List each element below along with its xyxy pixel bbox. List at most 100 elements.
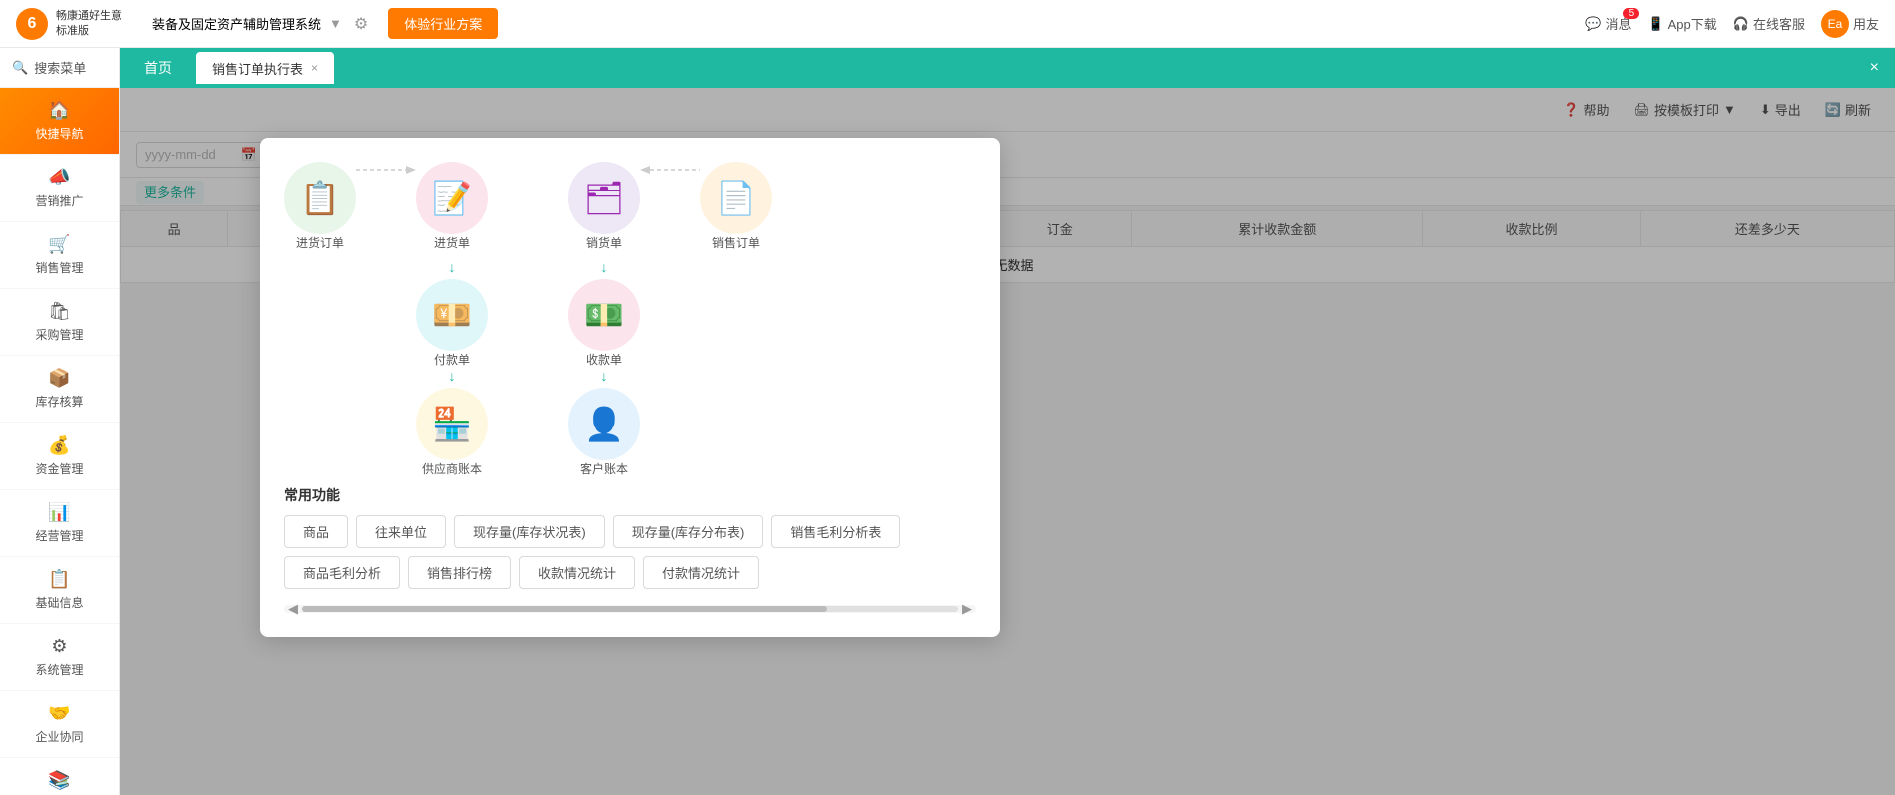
payment-bill-circle[interactable]: 💴 <box>416 279 488 351</box>
content-area: ❓ 帮助 🖨 按模板打印 ▼ ⬇ 导出 🔄 刷新 <box>120 88 1895 795</box>
sidebar-item-sales[interactable]: 🛒 销售管理 <box>0 222 119 289</box>
service-icon: 🎧 <box>1733 16 1749 32</box>
common-func-section: 常用功能 商品往来单位现存量(库存状况表)现存量(库存分布表)销售毛利分析表商品… <box>284 485 976 589</box>
scroll-right-icon[interactable]: ▶ <box>958 601 976 617</box>
tab-close-main-icon[interactable]: × <box>1858 59 1891 77</box>
scrollbar-track <box>302 606 958 612</box>
modal-scrollbar[interactable]: ◀ ▶ <box>284 605 976 613</box>
supplier-ledger-label: 供应商账本 <box>422 460 482 477</box>
app-logo-text: 畅康通好生意 标准版 <box>56 9 122 38</box>
func-button[interactable]: 往来单位 <box>356 515 446 548</box>
sidebar-icon-quick-nav: 🏠 <box>48 100 70 121</box>
down-arrow-supplier: ↓ <box>449 368 456 384</box>
down-arrow-receipt: ↓ <box>601 259 608 275</box>
sidebar-icon-finance: 💰 <box>48 435 70 456</box>
modal-box: 📋 进货订单 📝 进货单 <box>260 138 1000 637</box>
app-download-action[interactable]: 📱 App下载 <box>1647 14 1716 33</box>
arrow2 <box>640 162 700 198</box>
tab-home[interactable]: 首页 <box>124 48 192 88</box>
receipt-bill-circle[interactable]: 💵 <box>568 279 640 351</box>
flow-node-payment-col: ↓ 💴 付款单 <box>416 259 488 368</box>
flow-node-customer-col: ↓ 👤 客户账本 <box>568 368 640 477</box>
supplier-ledger-circle[interactable]: 🏪 <box>416 388 488 460</box>
gear-icon[interactable]: ⚙ <box>354 14 368 34</box>
sales-bill-label: 销货单 <box>586 234 622 251</box>
sidebar-label-basic-info: 基础信息 <box>35 594 83 611</box>
func-button[interactable]: 付款情况统计 <box>643 556 759 589</box>
flow-node-purchase-order[interactable]: 📋 进货订单 <box>284 162 356 251</box>
sidebar-label-finance: 资金管理 <box>35 460 83 477</box>
main-content: 首页 销售订单执行表 × × ❓ 帮助 🖨 按模板打印 ▼ ⬇ <box>120 48 1895 795</box>
app-logo-icon: 6 <box>16 8 48 40</box>
func-button[interactable]: 销售排行榜 <box>408 556 511 589</box>
func-button[interactable]: 现存量(库存状况表) <box>454 515 605 548</box>
sidebar-icon-basic-info: 📋 <box>48 569 70 590</box>
payment-bill-label: 付款单 <box>434 351 470 368</box>
sidebar-label-system: 系统管理 <box>35 661 83 678</box>
top-actions: 💬 消息 5 📱 App下载 🎧 在线客服 Ea 用友 <box>1585 10 1879 38</box>
avatar: Ea <box>1821 10 1849 38</box>
purchase-bill-circle: 📝 <box>416 162 488 234</box>
system-dropdown-icon[interactable]: ▼ <box>329 16 342 31</box>
sidebar-item-system[interactable]: ⚙ 系统管理 <box>0 624 119 691</box>
down-arrow-customer: ↓ <box>601 368 608 384</box>
func-button[interactable]: 商品 <box>284 515 348 548</box>
sidebar-item-basic-info[interactable]: 📋 基础信息 <box>0 557 119 624</box>
customer-ledger-circle[interactable]: 👤 <box>568 388 640 460</box>
search-menu-item[interactable]: 🔍 搜索菜单 <box>0 48 119 88</box>
sidebar-label-purchase: 采购管理 <box>35 326 83 343</box>
func-button[interactable]: 现存量(库存分布表) <box>613 515 764 548</box>
sidebar-item-guide[interactable]: 📚新手引导 <box>0 758 119 795</box>
top-bar: 6 畅康通好生意 标准版 装备及固定资产辅助管理系统 ▼ ⚙ 体验行业方案 💬 … <box>0 0 1895 48</box>
sidebar-item-purchase[interactable]: 🛍 采购管理 <box>0 289 119 356</box>
sidebar: 🔍 搜索菜单 🏠 快捷导航 📣 营销推广 🛒 销售管理 🛍 采购管理 📦 库存核算 💰 资金管理 📊经营… <box>0 48 120 795</box>
func-button[interactable]: 销售毛利分析表 <box>771 515 900 548</box>
sales-order-label: 销售订单 <box>712 234 760 251</box>
sidebar-label-sales: 销售管理 <box>35 259 83 276</box>
customer-ledger-label: 客户账本 <box>580 460 628 477</box>
sidebar-item-finance[interactable]: 💰 资金管理 <box>0 423 119 490</box>
tab-sales-order[interactable]: 销售订单执行表 × <box>196 52 334 84</box>
flow-node-sales-order[interactable]: 📄 销售订单 <box>700 162 772 251</box>
sidebar-icon-enterprise: 🤝 <box>48 703 70 724</box>
sidebar-icon-system: ⚙ <box>51 636 67 657</box>
search-icon: 🔍 <box>12 60 28 76</box>
sidebar-icon-inventory: 📦 <box>48 368 70 389</box>
scroll-left-icon[interactable]: ◀ <box>284 601 302 617</box>
purchase-bill-label: 进货单 <box>434 234 470 251</box>
user-action[interactable]: Ea 用友 <box>1821 10 1879 38</box>
flow-node-sales-bill[interactable]: 🗂 销货单 <box>568 162 640 251</box>
tab-bar: 首页 销售订单执行表 × × <box>120 48 1895 88</box>
tab-close-icon[interactable]: × <box>311 61 318 75</box>
sidebar-icon-purchase: 🛍 <box>48 301 71 322</box>
sidebar-item-enterprise[interactable]: 🤝 企业协同 <box>0 691 119 758</box>
online-service-action[interactable]: 🎧 在线客服 <box>1733 14 1805 33</box>
sidebar-label-quick-nav: 快捷导航 <box>35 125 83 142</box>
func-button[interactable]: 商品毛利分析 <box>284 556 400 589</box>
flow-node-receipt-col: ↓ 💵 收款单 <box>568 259 640 368</box>
func-buttons-container: 商品往来单位现存量(库存状况表)现存量(库存分布表)销售毛利分析表商品毛利分析销… <box>284 515 976 589</box>
flow-node-supplier-col: ↓ 🏪 供应商账本 <box>416 368 488 477</box>
sidebar-label-operations: 经营管理 <box>35 527 83 544</box>
func-button[interactable]: 收款情况统计 <box>519 556 635 589</box>
sidebar-label-enterprise: 企业协同 <box>35 728 83 745</box>
trial-button[interactable]: 体验行业方案 <box>388 8 498 39</box>
common-func-title: 常用功能 <box>284 485 976 505</box>
message-icon: 💬 <box>1585 16 1601 32</box>
sales-bill-circle: 🗂 <box>568 162 640 234</box>
scrollbar-thumb <box>302 606 827 612</box>
sidebar-icon-sales: 🛒 <box>48 234 70 255</box>
flow-top-row: 📋 进货订单 📝 进货单 <box>284 162 976 251</box>
flow-node-purchase-bill[interactable]: 📝 进货单 <box>416 162 488 251</box>
sidebar-icon-marketing: 📣 <box>48 167 70 188</box>
sidebar-icon-guide: 📚 <box>48 770 70 791</box>
sidebar-item-operations[interactable]: 📊经营管理 <box>0 490 119 557</box>
sidebar-item-marketing[interactable]: 📣 营销推广 <box>0 155 119 222</box>
sidebar-label-inventory: 库存核算 <box>35 393 83 410</box>
sidebar-item-inventory[interactable]: 📦 库存核算 <box>0 356 119 423</box>
message-action[interactable]: 💬 消息 5 <box>1585 14 1631 33</box>
logo-area: 6 畅康通好生意 标准版 <box>16 8 136 40</box>
sidebar-item-quick-nav[interactable]: 🏠 快捷导航 <box>0 88 119 155</box>
sidebar-label-marketing: 营销推广 <box>35 192 83 209</box>
down-arrow-payment: ↓ <box>449 259 456 275</box>
